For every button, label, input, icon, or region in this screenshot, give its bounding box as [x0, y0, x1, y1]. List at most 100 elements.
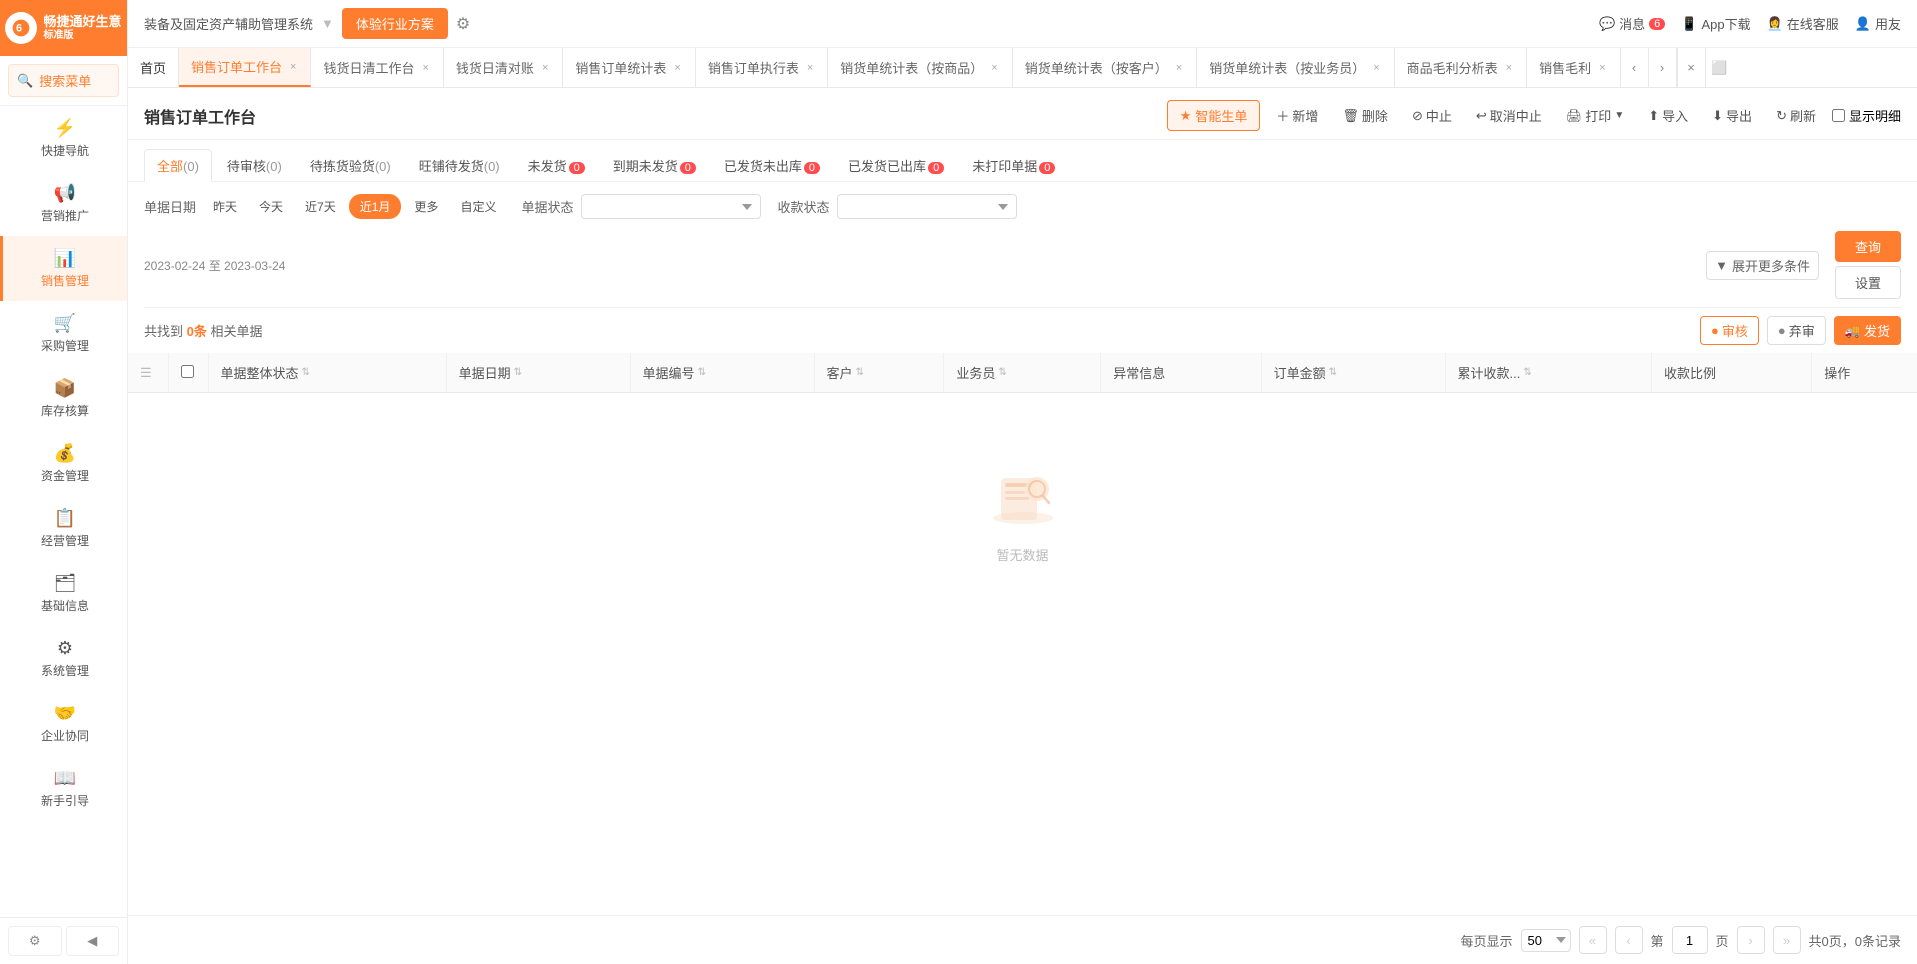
tab-sales-workbench[interactable]: 销售订单工作台 × — [179, 48, 311, 87]
sidebar-item-marketing[interactable]: 📢 营销推广 — [0, 171, 127, 236]
tab-product-margin-close[interactable]: × — [1504, 61, 1514, 75]
page-number-input[interactable] — [1672, 926, 1708, 954]
tab-sales-stat-customer-close[interactable]: × — [1174, 61, 1184, 75]
cancel-stop-button[interactable]: ↩ 取消中止 — [1468, 101, 1550, 130]
sidebar-item-inventory[interactable]: 📦 库存核算 — [0, 366, 127, 431]
status-sort[interactable]: 单据整体状态 — [221, 363, 434, 382]
col-customer[interactable]: 客户 — [814, 353, 944, 393]
staff-sort[interactable]: 业务员 — [956, 363, 1088, 382]
sub-tab-pending-inspect[interactable]: 待拣货验货(0) — [297, 149, 404, 181]
date-sort[interactable]: 单据日期 — [459, 363, 618, 382]
tab-scroll-left[interactable]: ‹ — [1621, 48, 1649, 87]
tab-product-margin[interactable]: 商品毛利分析表 × — [1395, 48, 1527, 87]
sidebar-item-enterprise[interactable]: 🤝 企业协同 — [0, 691, 127, 756]
sub-tab-not-printed[interactable]: 未打印单据0 — [959, 149, 1068, 181]
sidebar-item-quick-nav[interactable]: ⚡ 快捷导航 — [0, 106, 127, 171]
tab-close-all[interactable]: × — [1677, 48, 1705, 87]
experience-button[interactable]: 体验行业方案 — [342, 8, 448, 39]
tab-sales-stat-product-close[interactable]: × — [989, 61, 999, 75]
tab-sales-stat-staff-close[interactable]: × — [1371, 61, 1381, 75]
tab-sales-stat-close[interactable]: × — [672, 61, 682, 75]
date-opt-more[interactable]: 更多 — [405, 194, 447, 219]
date-opt-last7[interactable]: 近7天 — [296, 194, 345, 219]
customer-sort[interactable]: 客户 — [827, 363, 932, 382]
gear-icon[interactable]: ⚙ — [456, 14, 470, 34]
date-opt-last1m[interactable]: 近1月 — [349, 194, 402, 219]
sidebar-item-operations[interactable]: 📋 经营管理 — [0, 496, 127, 561]
sub-tab-shipped-not-out[interactable]: 已发货未出库0 — [711, 149, 833, 181]
payment-status-select[interactable] — [837, 194, 1017, 219]
tab-sales-stat[interactable]: 销售订单统计表 × — [563, 48, 695, 87]
tab-sales-stat-product[interactable]: 销货单统计表（按商品） × — [828, 48, 1012, 87]
expand-filter-button[interactable]: ▼ 展开更多条件 — [1706, 251, 1819, 280]
sub-tab-all[interactable]: 全部(0) — [144, 149, 212, 182]
amount-sort[interactable]: 订单金额 — [1274, 363, 1433, 382]
col-date[interactable]: 单据日期 — [446, 353, 630, 393]
user-item[interactable]: 👤 用友 — [1855, 14, 1901, 33]
tab-cash-reconcile[interactable]: 钱货日清对账 × — [444, 48, 563, 87]
sidebar-item-guide[interactable]: 📖 新手引导 — [0, 756, 127, 821]
col-status[interactable]: 单据整体状态 — [208, 353, 446, 393]
col-amount[interactable]: 订单金额 — [1261, 353, 1445, 393]
cancel-review-button[interactable]: ● 弃审 — [1767, 316, 1826, 345]
select-all-checkbox[interactable] — [181, 365, 194, 378]
sub-tab-wangpu-pending[interactable]: 旺铺待发货(0) — [406, 149, 513, 181]
sub-tab-pending-review[interactable]: 待审核(0) — [214, 149, 295, 181]
query-button[interactable]: 查询 — [1835, 231, 1901, 262]
sub-tab-not-shipped[interactable]: 未发货0 — [515, 149, 598, 181]
prev-page-button[interactable]: ‹ — [1615, 926, 1643, 954]
import-button[interactable]: ⬆ 导入 — [1640, 101, 1696, 130]
tab-cash-clear[interactable]: 钱货日清工作台 × — [311, 48, 443, 87]
page-size-select[interactable]: 50 10 20 100 — [1521, 929, 1571, 952]
col-number[interactable]: 单据编号 — [630, 353, 814, 393]
date-opt-today[interactable]: 今天 — [250, 194, 292, 219]
tab-scroll-right[interactable]: › — [1649, 48, 1677, 87]
tab-sales-profit-close[interactable]: × — [1597, 61, 1607, 75]
first-page-button[interactable]: « — [1579, 926, 1607, 954]
column-settings-icon[interactable]: ☰ — [140, 365, 152, 380]
message-item[interactable]: 💬 消息 6 — [1599, 14, 1665, 33]
sidebar-item-sales[interactable]: 📊 销售管理 — [0, 236, 127, 301]
tab-sales-stat-staff[interactable]: 销货单统计表（按业务员） × — [1197, 48, 1394, 87]
tab-cash-reconcile-close[interactable]: × — [540, 61, 550, 75]
delete-button[interactable]: 🗑 删除 — [1334, 101, 1396, 130]
add-button[interactable]: ＋ 新增 — [1268, 101, 1326, 130]
date-opt-custom[interactable]: 自定义 — [451, 194, 505, 219]
online-service-item[interactable]: 👩‍💼 在线客服 — [1767, 14, 1839, 33]
review-button[interactable]: ● 审核 — [1700, 316, 1759, 345]
tab-sales-profit[interactable]: 销售毛利 × — [1527, 48, 1620, 87]
next-page-button[interactable]: › — [1737, 926, 1765, 954]
show-detail-checkbox[interactable] — [1832, 109, 1845, 122]
date-opt-yesterday[interactable]: 昨天 — [204, 194, 246, 219]
sub-tab-overdue-not-shipped[interactable]: 到期未发货0 — [600, 149, 709, 181]
setting-button[interactable]: 设置 — [1835, 266, 1901, 299]
tab-cash-clear-close[interactable]: × — [420, 61, 430, 75]
tab-sales-stat-customer[interactable]: 销货单统计表（按客户） × — [1013, 48, 1197, 87]
sidebar-item-purchase[interactable]: 🛒 采购管理 — [0, 301, 127, 366]
settings-bottom-button[interactable]: ⚙ — [8, 926, 62, 956]
tab-sales-exec[interactable]: 销售订单执行表 × — [696, 48, 828, 87]
collected-sort[interactable]: 累计收款... — [1458, 363, 1640, 382]
search-menu-button[interactable]: 🔍 搜索菜单 — [8, 64, 119, 97]
doc-status-select[interactable] — [581, 194, 761, 219]
number-sort[interactable]: 单据编号 — [643, 363, 802, 382]
sidebar-item-finance[interactable]: 💰 资金管理 — [0, 431, 127, 496]
export-button[interactable]: ⬇ 导出 — [1704, 101, 1760, 130]
sidebar-item-system[interactable]: ⚙ 系统管理 — [0, 626, 127, 691]
tab-home[interactable]: 首页 — [128, 48, 179, 87]
sidebar-item-basic-info[interactable]: 🗂 基础信息 — [0, 561, 127, 626]
ship-button[interactable]: 🚚 发货 — [1834, 316, 1901, 345]
refresh-button[interactable]: ↻ 刷新 — [1768, 101, 1824, 130]
tab-sales-exec-close[interactable]: × — [805, 61, 815, 75]
last-page-button[interactable]: » — [1773, 926, 1801, 954]
col-collected[interactable]: 累计收款... — [1445, 353, 1652, 393]
collapse-button[interactable]: ◀ — [66, 926, 120, 956]
smart-create-button[interactable]: ★ 智能生单 — [1167, 100, 1261, 131]
col-staff[interactable]: 业务员 — [944, 353, 1101, 393]
sub-tab-shipped-out[interactable]: 已发货已出库0 — [835, 149, 957, 181]
tab-restore[interactable]: ⬜ — [1705, 48, 1733, 87]
print-button[interactable]: 🖨 打印 ▼ — [1558, 101, 1632, 130]
tab-sales-workbench-close[interactable]: × — [288, 60, 298, 74]
stop-button[interactable]: ⊘ 中止 — [1404, 101, 1460, 130]
app-download-item[interactable]: 📱 App下载 — [1681, 14, 1750, 33]
